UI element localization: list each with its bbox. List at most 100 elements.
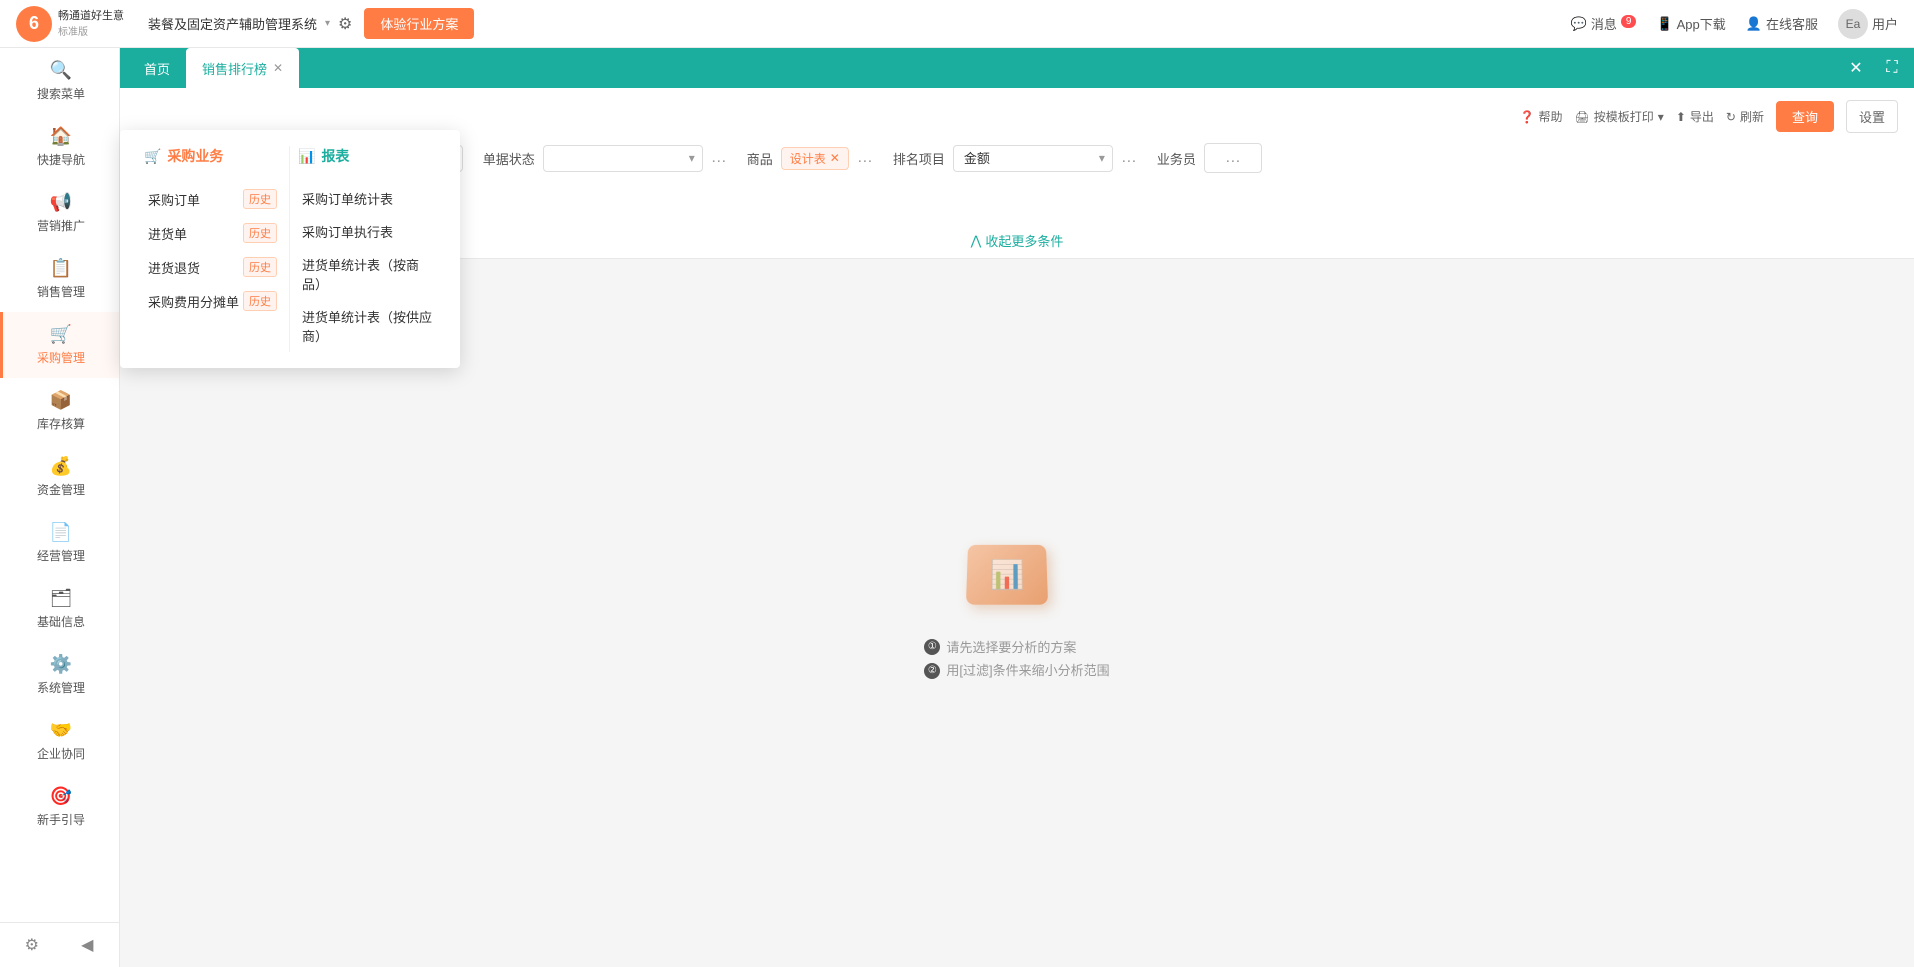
- rank-select[interactable]: 金额: [953, 145, 1113, 172]
- dropdown-report-title: 📊 报表: [298, 146, 436, 170]
- status-more-btn[interactable]: …: [711, 149, 727, 167]
- tab-sales-rank[interactable]: 销售排行榜 ✕: [186, 48, 299, 88]
- empty-state: ① 请先选择要分析的方案 ② 用[过滤]条件来缩小分析范围: [924, 544, 1109, 683]
- app-download-button[interactable]: 📱 App下载: [1656, 14, 1725, 33]
- empty-hint-1: ① 请先选择要分析的方案: [924, 636, 1109, 659]
- sidebar-label-basic: 基础信息: [37, 613, 85, 630]
- rank-more-btn[interactable]: …: [1121, 149, 1137, 167]
- sidebar-item-quick[interactable]: 🏠 快捷导航: [0, 114, 119, 180]
- guide-icon: 🎯: [50, 786, 72, 807]
- dropdown-item-report-1[interactable]: 采购订单统计表: [298, 182, 436, 215]
- sidebar-item-operation[interactable]: 📄 经营管理: [0, 510, 119, 576]
- tab-maximize-button[interactable]: ⛶: [1878, 54, 1906, 82]
- salesman-input[interactable]: …: [1204, 143, 1262, 173]
- sidebar-item-search[interactable]: 🔍 搜索菜单: [0, 48, 119, 114]
- goods-more-btn[interactable]: …: [857, 149, 873, 167]
- status-label: 单据状态: [483, 149, 535, 168]
- sidebar-item-basic[interactable]: 🗂 基础信息: [0, 576, 119, 642]
- sidebar-label-finance: 资金管理: [37, 481, 85, 498]
- sidebar-label-search: 搜索菜单: [37, 85, 85, 102]
- hint-dot-1: ①: [924, 639, 940, 655]
- refresh-button[interactable]: ↻ 刷新: [1726, 108, 1764, 125]
- tab-close-icon[interactable]: ✕: [273, 61, 283, 75]
- sidebar-label-sales: 销售管理: [37, 283, 85, 300]
- sidebar-label-marketing: 营销推广: [37, 217, 85, 234]
- sidebar-bottom: ⚙ ◀: [0, 922, 119, 967]
- sidebar-label-system: 系统管理: [37, 679, 85, 696]
- dropdown-menu: 🛒 采购业务 采购订单 历史 进货单 历史 进货退货 历史 采购费用分摊单 历史…: [120, 130, 460, 368]
- dropdown-item-report-4[interactable]: 进货单统计表（按供应商）: [298, 300, 436, 352]
- user-avatar: Ea: [1838, 9, 1868, 39]
- settings-button[interactable]: 设置: [1846, 100, 1898, 133]
- sidebar-item-inventory[interactable]: 📦 库存核算: [0, 378, 119, 444]
- help-icon: ❓: [1520, 110, 1535, 124]
- sidebar-item-system[interactable]: ⚙️ 系统管理: [0, 642, 119, 708]
- settings-bottom-button[interactable]: ⚙: [8, 931, 56, 959]
- dropdown-item-purchase-goods[interactable]: 进货单 历史: [144, 216, 281, 250]
- export-button[interactable]: ⬆ 导出: [1676, 108, 1714, 125]
- topbar: 6 畅通道好生意 标准版 装餐及固定资产辅助管理系统 ▾ ⚙ 体验行业方案 💬 …: [0, 0, 1914, 48]
- phone-icon: 📱: [1656, 16, 1672, 32]
- empty-illustration: [967, 544, 1067, 624]
- tab-sales-rank-label: 销售排行榜: [202, 59, 267, 78]
- sidebar-item-enterprise[interactable]: 🤝 企业协同: [0, 708, 119, 774]
- user-abbr: Ea: [1846, 17, 1861, 31]
- print-button[interactable]: 🖨 按模板打印 ▾: [1575, 108, 1664, 125]
- filter-goods-row: 商品 设计表 ✕ …: [747, 143, 873, 173]
- logo-icon: 6: [16, 6, 52, 42]
- purchase-col-icon: 🛒: [144, 148, 161, 165]
- system-chevron-icon[interactable]: ▾: [325, 18, 330, 29]
- user-area[interactable]: Ea 用户: [1838, 9, 1898, 39]
- refresh-icon: ↻: [1726, 110, 1736, 124]
- rank-select-wrap: 金额: [953, 145, 1113, 172]
- online-service-button[interactable]: 👤 在线客服: [1746, 14, 1818, 33]
- user-label: 用户: [1872, 14, 1898, 33]
- dropdown-item-purchase-order[interactable]: 采购订单 历史: [144, 182, 281, 216]
- operation-icon: 📄: [50, 522, 72, 543]
- filter-salesman-row: 业务员 …: [1157, 143, 1262, 173]
- topbar-right: 💬 消息 9 📱 App下载 👤 在线客服 Ea 用户: [1571, 9, 1898, 39]
- sidebar-item-finance[interactable]: 💰 资金管理: [0, 444, 119, 510]
- message-badge: 9: [1621, 15, 1637, 28]
- message-icon: 💬: [1571, 16, 1587, 32]
- dropdown-item-report-2[interactable]: 采购订单执行表: [298, 215, 436, 248]
- dropdown-item-purchase-expense[interactable]: 采购费用分摊单 历史: [144, 284, 281, 318]
- tab-home[interactable]: 首页: [128, 48, 186, 88]
- tabbar: 首页 销售排行榜 ✕ ✕ ⛶: [120, 48, 1914, 88]
- message-label: 消息: [1591, 14, 1617, 33]
- filter-toolbar: ❓ 帮助 🖨 按模板打印 ▾ ⬆ 导出 ↻ 刷新 查询 设置: [136, 100, 1898, 133]
- logo: 6 畅通道好生意 标准版: [16, 6, 136, 42]
- print-chevron-icon: ▾: [1658, 110, 1664, 124]
- print-icon: 🖨: [1575, 110, 1590, 124]
- help-button[interactable]: ❓ 帮助: [1520, 108, 1563, 125]
- sidebar-label-purchase: 采购管理: [37, 349, 85, 366]
- dropdown-item-report-3[interactable]: 进货单统计表（按商品）: [298, 248, 436, 300]
- dropdown-purchase-col: 🛒 采购业务 采购订单 历史 进货单 历史 进货退货 历史 采购费用分摊单 历史: [136, 146, 290, 352]
- collapse-label: 收起更多条件: [985, 231, 1063, 250]
- collapse-button[interactable]: ◀: [64, 931, 112, 959]
- export-icon: ⬆: [1676, 110, 1686, 124]
- marketing-icon: 📢: [50, 192, 72, 213]
- dropdown-item-purchase-return[interactable]: 进货退货 历史: [144, 250, 281, 284]
- status-select-wrap: [543, 145, 703, 172]
- tab-close-window-button[interactable]: ✕: [1842, 54, 1870, 82]
- trial-button[interactable]: 体验行业方案: [364, 8, 474, 39]
- sidebar-label-quick: 快捷导航: [37, 151, 85, 168]
- purchase-icon: 🛒: [50, 324, 72, 345]
- home-icon: 🏠: [50, 126, 72, 147]
- sidebar-item-guide[interactable]: 🎯 新手引导: [0, 774, 119, 840]
- sidebar-item-purchase[interactable]: 🛒 采购管理: [0, 312, 119, 378]
- sidebar-item-sales[interactable]: 📋 销售管理: [0, 246, 119, 312]
- query-button[interactable]: 查询: [1776, 101, 1834, 132]
- sidebar-label-operation: 经营管理: [37, 547, 85, 564]
- sidebar-item-marketing[interactable]: 📢 营销推广: [0, 180, 119, 246]
- goods-tag-close[interactable]: ✕: [830, 151, 840, 165]
- message-button[interactable]: 💬 消息 9: [1571, 14, 1637, 33]
- gear-icon[interactable]: ⚙: [338, 14, 352, 34]
- logo-name: 畅通道好生意: [58, 9, 124, 23]
- basic-icon: 🗂: [50, 588, 73, 609]
- status-select[interactable]: [543, 145, 703, 172]
- enterprise-icon: 🤝: [50, 720, 72, 741]
- salesman-label: 业务员: [1157, 149, 1196, 168]
- filter-status-row: 单据状态 …: [483, 143, 727, 173]
